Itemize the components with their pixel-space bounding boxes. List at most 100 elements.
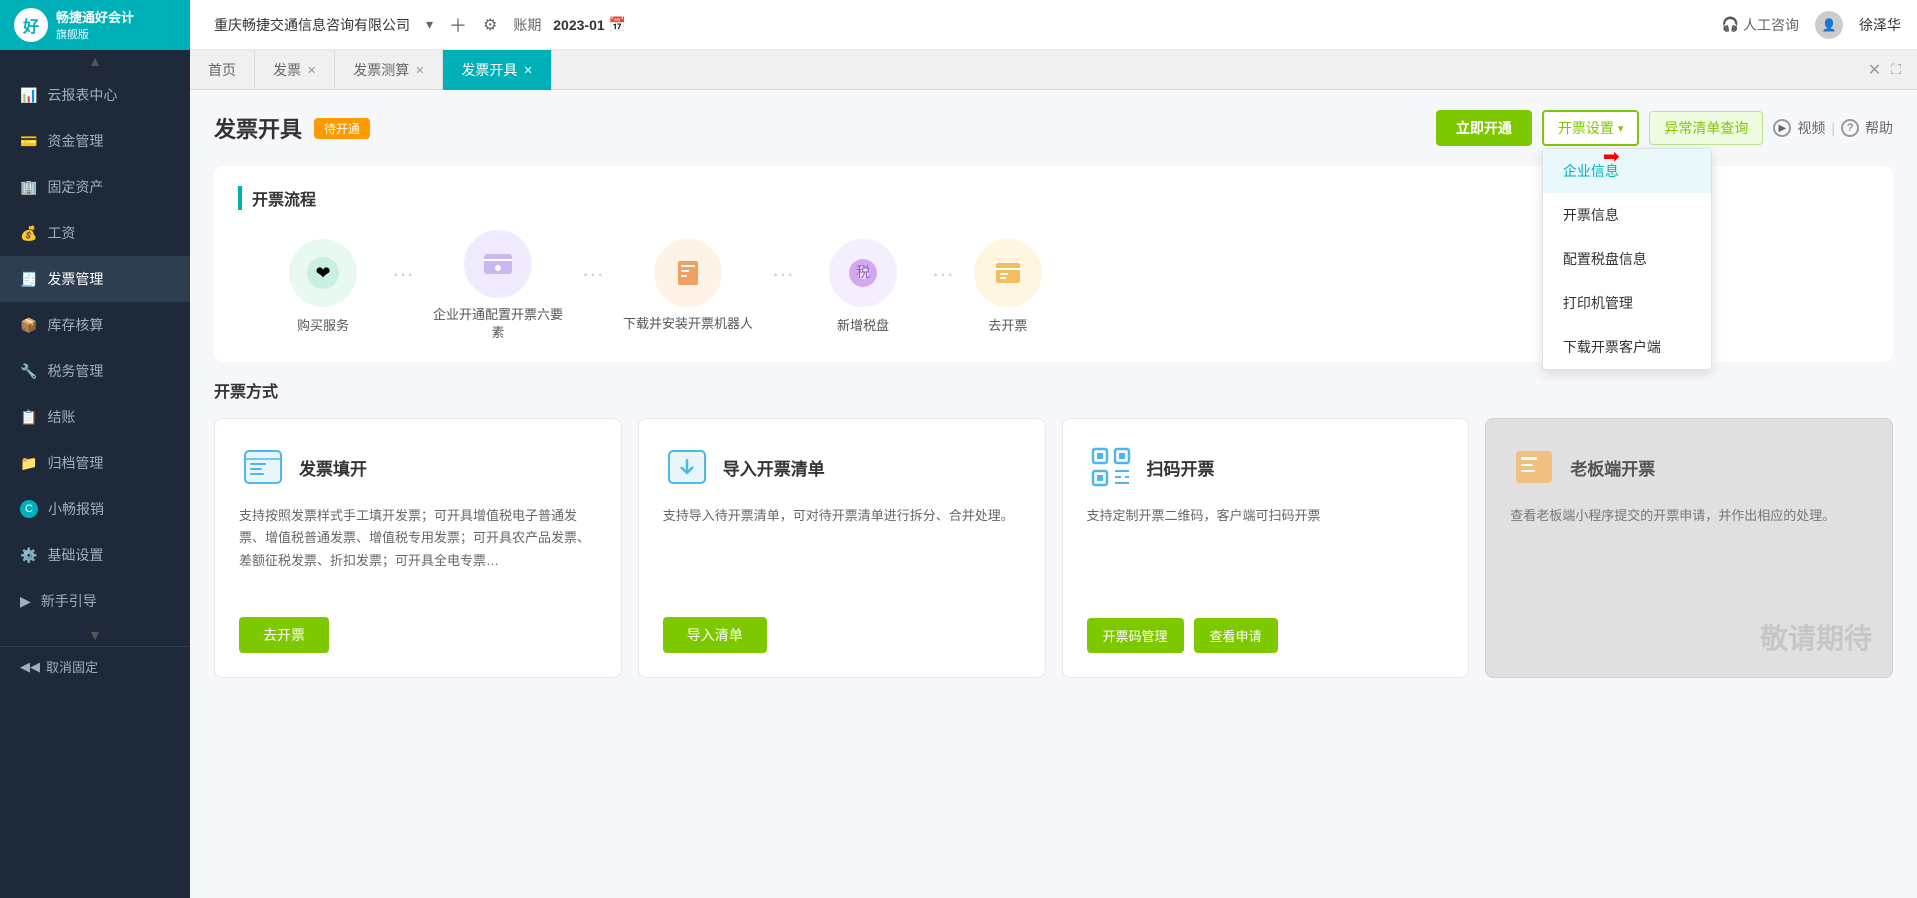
- tab-invoice-test-close[interactable]: ✕: [415, 64, 424, 77]
- scan-desc: 支持定制开票二维码，客户端可扫码开票: [1087, 505, 1445, 602]
- red-arrow-indicator: ➡: [1603, 147, 1620, 167]
- dropdown-item-company-info[interactable]: 企业信息: [1543, 149, 1711, 193]
- flow-arrow-1: ···: [392, 261, 414, 287]
- abnormal-btn[interactable]: 异常清单查询: [1649, 111, 1763, 145]
- sidebar-item-tax[interactable]: 🔧 税务管理: [0, 348, 190, 394]
- dropdown-item-tax-disk[interactable]: 配置税盘信息: [1543, 237, 1711, 281]
- consultation-btn[interactable]: 🎧人工咨询: [1722, 15, 1799, 35]
- sidebar-label-xiaochang: 小畅报销: [48, 499, 104, 519]
- import-icon: [663, 443, 711, 491]
- settings-icon[interactable]: ⚙: [483, 15, 497, 35]
- user-name: 徐泽华: [1859, 15, 1901, 35]
- flow-step-config: 企业开通配置开票六要素: [418, 230, 578, 342]
- flow-step-go-issue: 去开票: [958, 239, 1058, 334]
- video-btn[interactable]: 视频: [1797, 118, 1825, 138]
- sidebar-label-salary: 工资: [47, 223, 75, 243]
- flow-step-buy: ❤ 购买服务: [258, 239, 388, 334]
- tab-bar: 首页 发票 ✕ 发票测算 ✕ 发票开具 ✕ ✕ ⛶: [190, 50, 1917, 90]
- sidebar-item-xiaochang[interactable]: C 小畅报销: [0, 486, 190, 532]
- import-title: 导入开票清单: [723, 455, 825, 480]
- company-dropdown-icon[interactable]: ▾: [426, 16, 433, 33]
- fill-title: 发票填开: [299, 455, 367, 480]
- sidebar-item-report[interactable]: 📊 云报表中心: [0, 72, 190, 118]
- tab-invoice-issue[interactable]: 发票开具 ✕: [443, 50, 551, 90]
- scan-view-apply-btn[interactable]: 查看申请: [1194, 618, 1278, 653]
- sidebar-item-settings[interactable]: ⚙️ 基础设置: [0, 532, 190, 578]
- sidebar-item-guide[interactable]: ▶ 新手引导: [0, 578, 190, 624]
- logo-icon: 好: [14, 8, 48, 42]
- import-btn[interactable]: 导入清单: [663, 617, 767, 653]
- flow-step-buy-label: 购买服务: [297, 315, 349, 334]
- tab-invoice[interactable]: 发票 ✕: [255, 50, 335, 90]
- cancel-fixed-btn[interactable]: ◀◀ 取消固定: [0, 646, 190, 686]
- salary-icon: 💰: [20, 225, 37, 242]
- settings-btn[interactable]: 开票设置 ▾: [1542, 110, 1640, 146]
- sidebar-label-report: 云报表中心: [47, 85, 117, 105]
- sidebar-label-archive: 归档管理: [47, 453, 103, 473]
- sidebar-scroll-up[interactable]: ▲: [0, 50, 190, 72]
- sidebar-item-settle[interactable]: 📋 结账: [0, 394, 190, 440]
- settings-chevron-icon: ▾: [1618, 122, 1624, 135]
- archive-icon: 📁: [20, 455, 37, 472]
- sidebar: ▲ 📊 云报表中心 💳 资金管理 🏢 固定资产 💰 工资 🧾 发票管理: [0, 50, 190, 898]
- tab-invoice-close[interactable]: ✕: [307, 64, 316, 77]
- scan-icon: [1087, 443, 1135, 491]
- sidebar-item-invoice-mgr[interactable]: 🧾 发票管理: [0, 256, 190, 302]
- flow-step-go-issue-label: 去开票: [988, 315, 1027, 334]
- sidebar-label-fund: 资金管理: [47, 131, 103, 151]
- user-avatar: 👤: [1815, 11, 1843, 39]
- company-name: 重庆畅捷交通信息咨询有限公司: [214, 15, 410, 35]
- tab-close-all[interactable]: ✕: [1868, 60, 1881, 80]
- sidebar-item-archive[interactable]: 📁 归档管理: [0, 440, 190, 486]
- sidebar-item-salary[interactable]: 💰 工资: [0, 210, 190, 256]
- fill-icon: [239, 443, 287, 491]
- boss-title: 老板端开票: [1570, 455, 1655, 480]
- flow-arrow-2: ···: [582, 261, 604, 287]
- sidebar-scroll-down[interactable]: ▼: [0, 624, 190, 646]
- tab-invoice-test[interactable]: 发票测算 ✕: [335, 50, 443, 90]
- fill-go-btn[interactable]: 去开票: [239, 617, 329, 653]
- sidebar-item-fund[interactable]: 💳 资金管理: [0, 118, 190, 164]
- sidebar-label-guide: 新手引导: [41, 591, 97, 611]
- svg-text:税: 税: [856, 264, 870, 280]
- settings-dropdown: ➡ 企业信息 开票信息 配置税盘信息: [1542, 148, 1712, 370]
- settings-sidebar-icon: ⚙️: [20, 547, 37, 564]
- assets-icon: 🏢: [20, 179, 37, 196]
- sidebar-label-inventory: 库存核算: [47, 315, 103, 335]
- import-desc: 支持导入待开票清单，可对待开票清单进行拆分、合并处理。: [663, 505, 1021, 601]
- status-badge: 待开通: [314, 118, 370, 139]
- flow-arrow-3: ···: [772, 261, 794, 287]
- dropdown-item-client[interactable]: 下载开票客户端: [1543, 325, 1711, 369]
- app-title: 畅捷通好会计: [56, 7, 134, 26]
- page-title: 发票开具: [214, 112, 302, 144]
- activate-btn[interactable]: 立即开通: [1436, 110, 1532, 146]
- sidebar-label-settings: 基础设置: [47, 545, 103, 565]
- guide-icon: ▶: [20, 593, 31, 610]
- tab-home[interactable]: 首页: [190, 50, 255, 90]
- account-period: 账期 2023-01 📅: [513, 15, 626, 35]
- scan-code-mgr-btn[interactable]: 开票码管理: [1087, 618, 1184, 653]
- app-edition: 旗舰版: [56, 26, 134, 42]
- sidebar-label-tax: 税务管理: [47, 361, 103, 381]
- page-content: 发票开具 待开通 立即开通 开票设置 ▾: [190, 90, 1917, 898]
- sidebar-item-assets[interactable]: 🏢 固定资产: [0, 164, 190, 210]
- tab-invoice-issue-close[interactable]: ✕: [523, 64, 532, 77]
- scan-title: 扫码开票: [1147, 455, 1215, 480]
- method-card-scan: 扫码开票 支持定制开票二维码，客户端可扫码开票 开票码管理 查看申请: [1062, 418, 1470, 678]
- methods-section-title: 开票方式: [214, 378, 1893, 402]
- method-card-boss: 老板端开票 查看老板端小程序提交的开票申请，并作出相应的处理。 敬请期待: [1485, 418, 1893, 678]
- add-company-btn[interactable]: ＋: [449, 12, 467, 38]
- help-btn[interactable]: 帮助: [1865, 118, 1893, 138]
- sidebar-item-inventory[interactable]: 📦 库存核算: [0, 302, 190, 348]
- help-icon: ?: [1841, 119, 1859, 137]
- boss-icon: [1510, 443, 1558, 491]
- flow-step-download-label: 下载并安装开票机器人: [623, 315, 753, 333]
- fill-desc: 支持按照发票样式手工填开发票；可开具增值税电子普通发票、增值税普通发票、增值税专…: [239, 505, 597, 601]
- dropdown-item-invoice-info[interactable]: 开票信息: [1543, 193, 1711, 237]
- flow-step-config-label: 企业开通配置开票六要素: [428, 306, 568, 342]
- flow-step-download: 下载并安装开票机器人: [608, 239, 768, 333]
- tax-icon: 🔧: [20, 363, 37, 380]
- dropdown-item-printer[interactable]: 打印机管理: [1543, 281, 1711, 325]
- tab-maximize[interactable]: ⛶: [1891, 61, 1901, 78]
- fund-icon: 💳: [20, 133, 37, 150]
